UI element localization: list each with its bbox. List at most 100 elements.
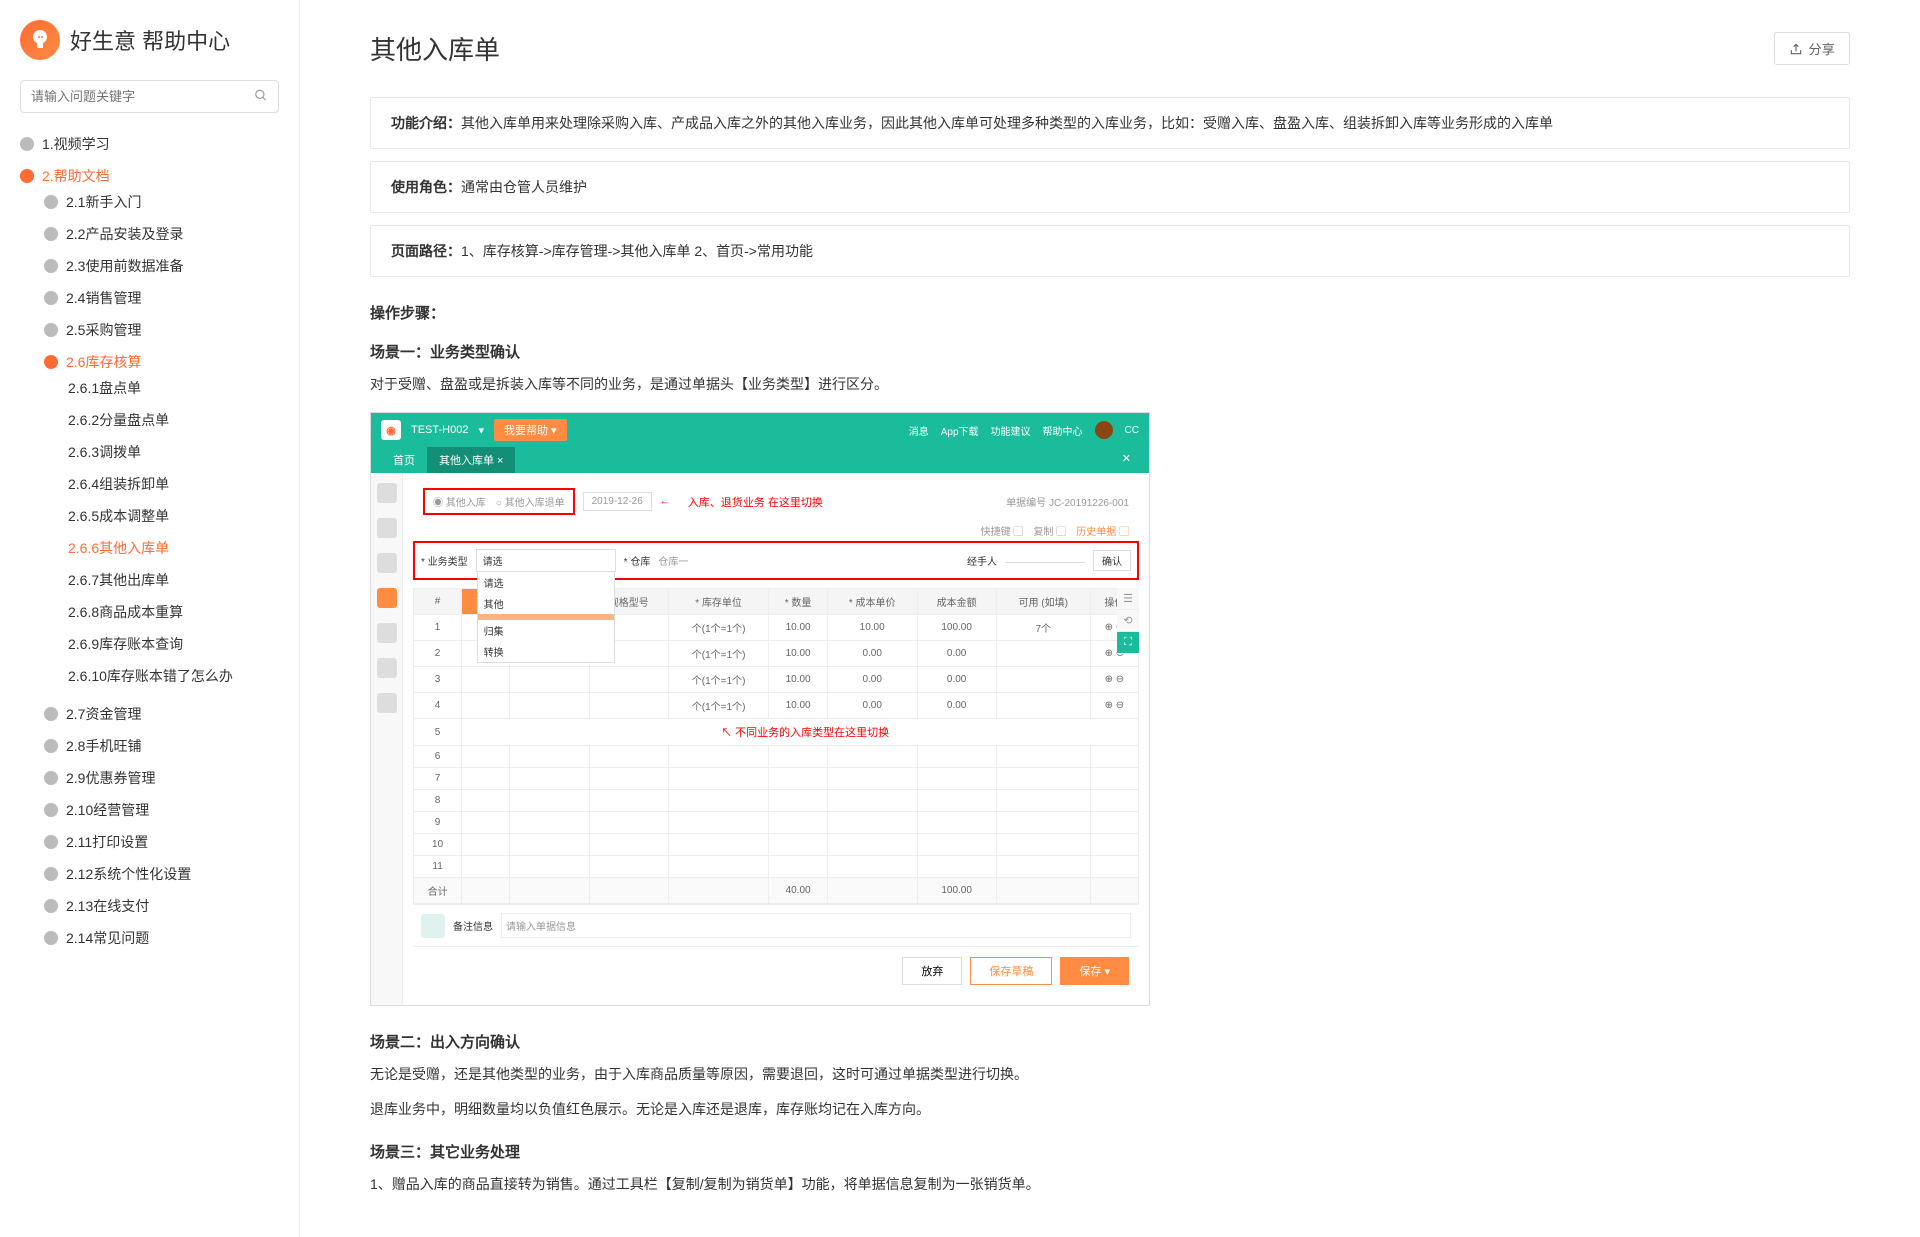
ss-link: App下载 [941, 423, 979, 438]
ss-radio-label: 其他入库退单 [505, 498, 565, 509]
ss-table-row: 11 [414, 856, 1139, 878]
plus-icon [44, 323, 58, 337]
ss-filter-row: * 业务类型 请选 请选 其他 归集 转换 [413, 541, 1139, 580]
plus-icon [44, 931, 58, 945]
ss-radio-group: ◉ 其他入库 ○ 其他入库退单 [423, 488, 575, 515]
nav-item-2-5[interactable]: 2.5采购管理 [44, 320, 279, 340]
ss-dropdown-item: 请选 [478, 572, 614, 593]
nav-label: 2.6库存核算 [66, 352, 141, 372]
nav-item-2-1[interactable]: 2.1新手入门 [44, 192, 279, 212]
ss-side-icon [377, 623, 397, 643]
ss-close-icon: ✕ [1114, 447, 1139, 473]
ss-confirm-button: 确认 [1093, 550, 1131, 571]
nav-item-2-6-7[interactable]: 2.6.7其他出库单 [68, 564, 279, 596]
nav-item-help-docs[interactable]: 2.帮助文档 [20, 166, 279, 186]
scene3-title: 场景三：其它业务处理 [370, 1141, 1850, 1162]
ss-label: 经手人 [967, 553, 997, 568]
nav-item-video[interactable]: 1.视频学习 [20, 134, 279, 154]
nav-item-2-3[interactable]: 2.3使用前数据准备 [44, 256, 279, 276]
ss-table-row: 4个(1个=1个)10.000.000.00⊕ ⊖ [414, 693, 1139, 719]
ss-side-icon [377, 518, 397, 538]
role-text: 通常由仓管人员维护 [461, 179, 587, 195]
nav-item-2-14[interactable]: 2.14常见问题 [44, 928, 279, 948]
nav-label: 2.2产品安装及登录 [66, 224, 183, 244]
nav-label: 2.13在线支付 [66, 896, 149, 916]
ss-dropdown-item: 归集 [478, 620, 614, 641]
role-label: 使用角色： [391, 179, 461, 195]
nav-item-2-6-4[interactable]: 2.6.4组装拆卸单 [68, 468, 279, 500]
scene1-text: 对于受赠、盘盈或是拆装入库等不同的业务，是通过单据头【业务类型】进行区分。 [370, 372, 1850, 397]
nav-label: 2.9优惠券管理 [66, 768, 155, 788]
nav-label: 2.11打印设置 [66, 832, 148, 852]
nav-item-2-9[interactable]: 2.9优惠券管理 [44, 768, 279, 788]
nav-item-2-12[interactable]: 2.12系统个性化设置 [44, 864, 279, 884]
nav-item-2-7[interactable]: 2.7资金管理 [44, 704, 279, 724]
plus-icon [44, 227, 58, 241]
nav-label: 2.14常见问题 [66, 928, 149, 948]
ss-table-row: 3个(1个=1个)10.000.000.00⊕ ⊖ [414, 667, 1139, 693]
share-icon [1789, 42, 1803, 56]
minus-icon [20, 169, 34, 183]
plus-icon [44, 707, 58, 721]
nav-item-2-4[interactable]: 2.4销售管理 [44, 288, 279, 308]
nav-item-2-6-10[interactable]: 2.6.10库存账本错了怎么办 [68, 660, 279, 692]
ss-side-icon [377, 553, 397, 573]
nav-item-2-6-5[interactable]: 2.6.5成本调整单 [68, 500, 279, 532]
share-button[interactable]: 分享 [1774, 32, 1850, 65]
plus-icon [44, 195, 58, 209]
ss-remark-label: 备注信息 [453, 918, 493, 933]
nav-item-2-6-2[interactable]: 2.6.2分量盘点单 [68, 404, 279, 436]
nav-item-2-2[interactable]: 2.2产品安装及登录 [44, 224, 279, 244]
nav-item-2-13[interactable]: 2.13在线支付 [44, 896, 279, 916]
ss-dropdown: 请选 请选 其他 归集 转换 [476, 549, 616, 572]
nav-tree: 1.视频学习 2.帮助文档 2.1新手入门 2.2产品安装及登录 2.3使用前数… [0, 128, 299, 960]
scene1-title: 场景一：业务类型确认 [370, 341, 1850, 362]
logo-section: 好生意 帮助中心 [0, 20, 299, 80]
nav-item-2-6-9[interactable]: 2.6.9库存账本查询 [68, 628, 279, 660]
ss-link: 历史单据 ▢ [1076, 523, 1129, 538]
ss-dropdown-item: 其他 [478, 593, 614, 614]
sidebar: 好生意 帮助中心 1.视频学习 2.帮助文档 2.1新手入门 2.2产品安装及登… [0, 0, 300, 1237]
nav-item-2-6-3[interactable]: 2.6.3调拨单 [68, 436, 279, 468]
ss-draft-button: 保存草稿 [970, 957, 1052, 985]
nav-item-2-10[interactable]: 2.10经营管理 [44, 800, 279, 820]
ss-remark-input: 请输入单据信息 [501, 913, 1131, 938]
nav-item-2-8[interactable]: 2.8手机旺铺 [44, 736, 279, 756]
ss-header: ◉ TEST-H002 ▾ 我要帮助 ▾ 消息 App下载 功能建议 帮助中心 … [371, 413, 1149, 447]
nav-item-2-6-8[interactable]: 2.6.8商品成本重算 [68, 596, 279, 628]
plus-icon [44, 771, 58, 785]
page-header: 其他入库单 分享 [370, 30, 1850, 67]
nav-item-2-6-6[interactable]: 2.6.6其他入库单 [68, 532, 279, 564]
ss-remark-icon [421, 914, 445, 938]
ss-side-nav [371, 473, 403, 1005]
nav-label: 2.5采购管理 [66, 320, 141, 340]
search-box[interactable] [20, 80, 279, 113]
nav-item-2-6[interactable]: 2.6库存核算 [44, 352, 279, 372]
ss-tab-home: 首页 [381, 447, 427, 473]
nav-item-2-11[interactable]: 2.11打印设置 [44, 832, 279, 852]
search-icon[interactable] [254, 88, 268, 105]
minus-icon [44, 355, 58, 369]
ss-th: 成本单价 [856, 598, 896, 609]
ss-dropdown-list: 请选 其他 归集 转换 [477, 571, 615, 663]
ss-table-row: 7 [414, 768, 1139, 790]
ss-value: JC-20191226-001 [1049, 498, 1129, 509]
ss-dropdown-value: 请选 [483, 557, 503, 568]
nav-label: 2.8手机旺铺 [66, 736, 141, 756]
path-card: 页面路径：1、库存核算->库存管理->其他入库单 2、首页->常用功能 [370, 225, 1850, 277]
intro-label: 功能介绍： [391, 115, 461, 131]
ss-table-row: 5↖ 不同业务的入库类型在这里切换 [414, 719, 1139, 746]
ss-side-icon [377, 588, 397, 608]
path-label: 页面路径： [391, 243, 461, 259]
path-text: 1、库存核算->库存管理->其他入库单 2、首页->常用功能 [461, 243, 813, 259]
plus-icon [44, 739, 58, 753]
plus-icon [44, 867, 58, 881]
nav-item-2-6-1[interactable]: 2.6.1盘点单 [68, 372, 279, 404]
ss-tool-icon: ⟲ [1117, 610, 1139, 632]
ss-table-row-sum: 合计40.00100.00 [414, 878, 1139, 904]
search-input[interactable] [21, 81, 278, 112]
ss-link: 消息 [909, 423, 929, 438]
ss-table-row: 6 [414, 746, 1139, 768]
ss-table-row: 9 [414, 812, 1139, 834]
plus-icon [44, 899, 58, 913]
